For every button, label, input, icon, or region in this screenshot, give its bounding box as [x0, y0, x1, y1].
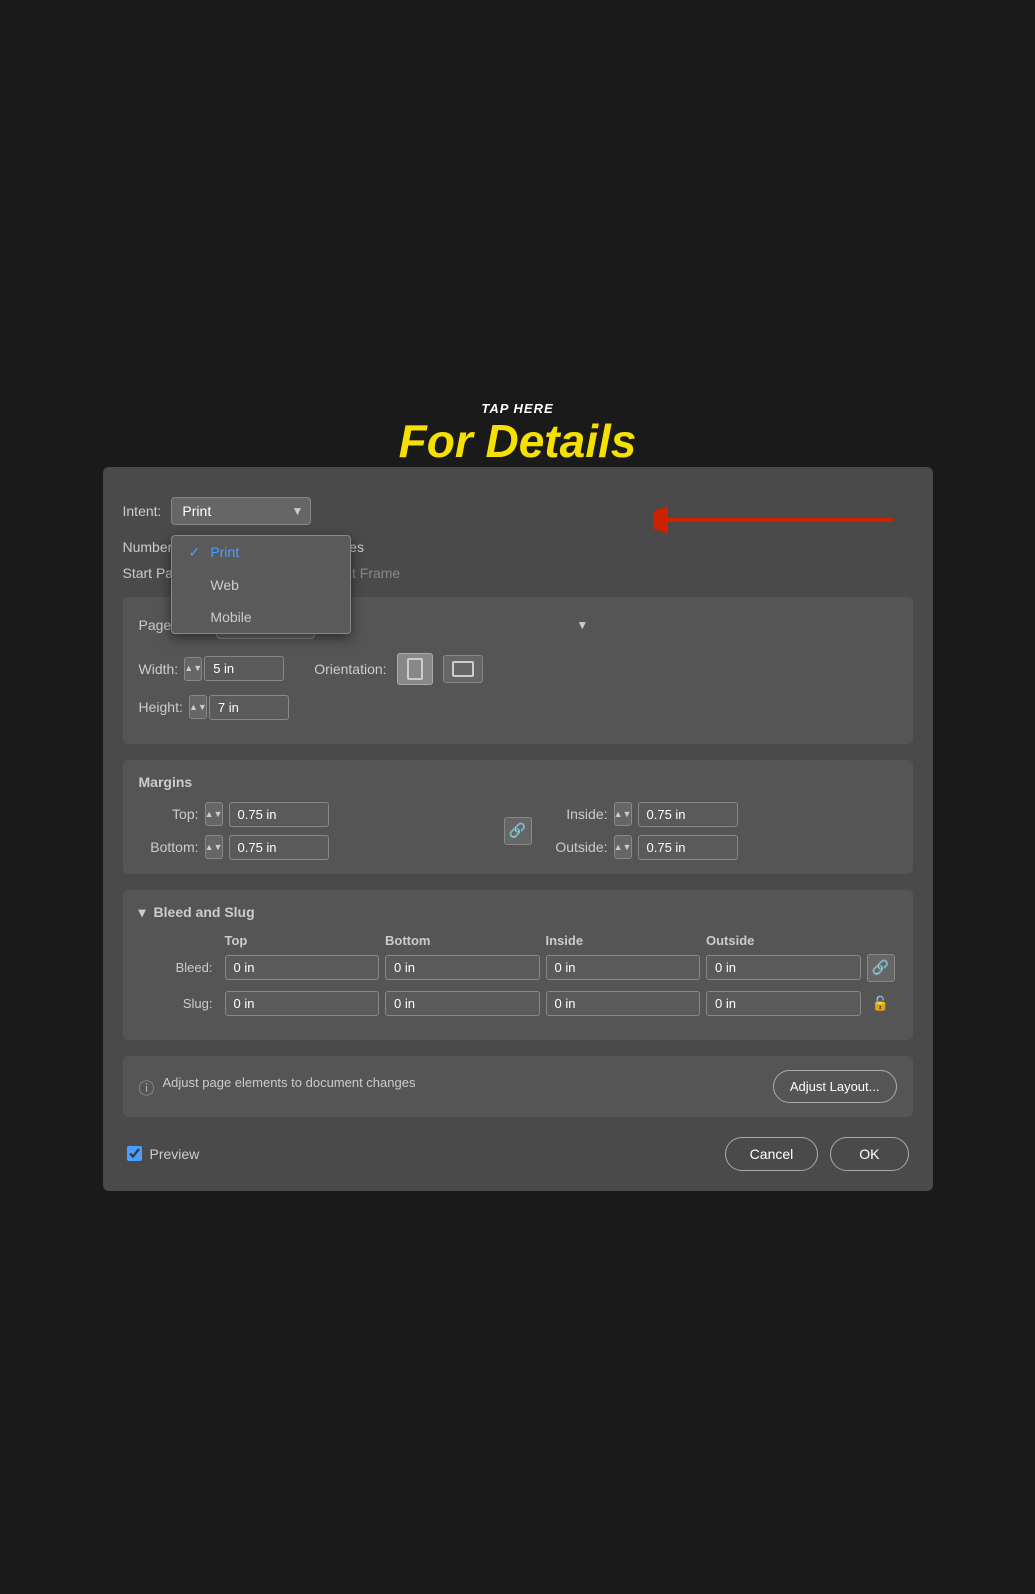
dropdown-item-mobile[interactable]: Mobile: [172, 601, 350, 633]
red-arrow-annotation: [653, 505, 893, 535]
empty-check: [188, 577, 202, 593]
orientation-label: Orientation:: [314, 661, 386, 677]
bottom-label: Bottom:: [139, 839, 199, 855]
preview-checkbox[interactable]: [127, 1146, 142, 1161]
intent-select-wrapper[interactable]: Print Web Mobile ▼ ✓ Print Web: [171, 497, 311, 525]
landscape-btn[interactable]: [443, 655, 483, 683]
bleed-col-bottom: Bottom: [385, 933, 540, 948]
width-stepper: ▲▼: [184, 656, 284, 681]
dropdown-item-web[interactable]: Web: [172, 569, 350, 601]
red-arrow-svg: [653, 505, 893, 535]
empty-check2: [188, 609, 202, 625]
check-icon: ✓: [188, 544, 202, 561]
collapse-icon: ▾: [139, 904, 146, 921]
outside-label: Outside:: [548, 839, 608, 855]
slug-bottom-input[interactable]: [385, 991, 540, 1016]
tap-here-text: TAP HERE: [83, 401, 953, 416]
height-label: Height:: [139, 699, 183, 715]
inside-stepper-btn[interactable]: ▲▼: [614, 802, 632, 826]
for-details-text: For Details: [83, 416, 953, 467]
bleed-row: Bleed: 🔗: [139, 954, 897, 982]
bleed-slug-header[interactable]: ▾ Bleed and Slug: [139, 904, 897, 921]
slug-row: Slug: 🔓: [139, 990, 897, 1018]
orientation-section: Orientation:: [314, 653, 482, 685]
slug-top-input[interactable]: [225, 991, 380, 1016]
height-field: Height: ▲▼: [139, 695, 289, 720]
margins-left: Top: ▲▼ Bottom: ▲▼: [139, 802, 488, 860]
top-margin-field: Top: ▲▼: [139, 802, 488, 827]
intent-label: Intent:: [123, 503, 162, 519]
height-row: Height: ▲▼: [139, 695, 897, 720]
landscape-icon: [452, 660, 474, 678]
intent-row: Intent: Print Web Mobile ▼ ✓ Print: [123, 487, 913, 525]
bleed-col-top: Top: [225, 933, 380, 948]
ok-button[interactable]: OK: [830, 1137, 908, 1171]
dimensions-row: Width: ▲▼ Orientation:: [139, 653, 897, 685]
tap-header[interactable]: TAP HERE For Details: [83, 393, 953, 467]
bleed-inside-input[interactable]: [546, 955, 701, 980]
cancel-button[interactable]: Cancel: [725, 1137, 819, 1171]
portrait-icon: [406, 658, 424, 680]
bleed-col-headers: Top Bottom Inside Outside: [139, 933, 897, 948]
bleed-link-icon[interactable]: 🔗: [867, 954, 895, 982]
bleed-bottom-input[interactable]: [385, 955, 540, 980]
adjust-layout-btn[interactable]: Adjust Layout...: [773, 1070, 897, 1103]
info-icon: ⓘ: [139, 1075, 155, 1099]
slug-outside-input[interactable]: [706, 991, 861, 1016]
inside-margin-field: Inside: ▲▼: [548, 802, 897, 827]
height-input[interactable]: [209, 695, 289, 720]
bleed-label: Bleed:: [139, 960, 219, 975]
margins-grid: Top: ▲▼ Bottom: ▲▼ 🔗: [139, 802, 897, 860]
bleed-outside-input[interactable]: [706, 955, 861, 980]
outside-margin-field: Outside: ▲▼: [548, 835, 897, 860]
dropdown-item-print[interactable]: ✓ Print: [172, 536, 350, 569]
bleed-slug-section: ▾ Bleed and Slug Top Bottom Inside Outsi…: [123, 890, 913, 1040]
inside-input[interactable]: [638, 802, 738, 827]
outside-input[interactable]: [638, 835, 738, 860]
bottom-input[interactable]: [229, 835, 329, 860]
outer-wrapper: TAP HERE For Details Intent: Print Web M…: [83, 383, 953, 1211]
info-text-wrapper: ⓘ Adjust page elements to document chang…: [139, 1074, 757, 1099]
bleed-top-input[interactable]: [225, 955, 380, 980]
bleed-col-outside: Outside: [706, 933, 861, 948]
intent-select[interactable]: Print Web Mobile: [171, 497, 311, 525]
width-input[interactable]: [204, 656, 284, 681]
width-field: Width: ▲▼: [139, 656, 285, 681]
intent-dropdown-menu: ✓ Print Web Mobile: [171, 535, 351, 634]
portrait-btn[interactable]: [397, 653, 433, 685]
bottom-stepper-btn[interactable]: ▲▼: [205, 835, 223, 859]
top-stepper-btn[interactable]: ▲▼: [205, 802, 223, 826]
preview-label: Preview: [150, 1146, 200, 1162]
height-stepper: ▲▼: [189, 695, 289, 720]
dialog-footer: Preview Cancel OK: [123, 1137, 913, 1171]
info-text: Adjust page elements to document changes: [163, 1074, 416, 1092]
bleed-col-inside: Inside: [546, 933, 701, 948]
slug-unlink-icon[interactable]: 🔓: [867, 990, 895, 1018]
margins-section: Margins Top: ▲▼ Bottom: ▲▼: [123, 760, 913, 874]
top-input[interactable]: [229, 802, 329, 827]
width-stepper-btn[interactable]: ▲▼: [184, 657, 202, 681]
preview-wrapper: Preview: [127, 1146, 200, 1162]
page-size-chevron-icon: ▼: [576, 618, 588, 632]
bottom-margin-field: Bottom: ▲▼: [139, 835, 488, 860]
width-label: Width:: [139, 661, 179, 677]
bottom-info: ⓘ Adjust page elements to document chang…: [123, 1056, 913, 1117]
dialog: Intent: Print Web Mobile ▼ ✓ Print: [103, 467, 933, 1191]
footer-buttons: Cancel OK: [725, 1137, 909, 1171]
height-stepper-btn[interactable]: ▲▼: [189, 695, 207, 719]
margins-right: Inside: ▲▼ Outside: ▲▼: [548, 802, 897, 860]
inside-label: Inside:: [548, 806, 608, 822]
top-label: Top:: [139, 806, 199, 822]
slug-label: Slug:: [139, 996, 219, 1011]
margins-header: Margins: [139, 774, 897, 790]
outside-stepper-btn[interactable]: ▲▼: [614, 835, 632, 859]
slug-inside-input[interactable]: [546, 991, 701, 1016]
margins-link-icon[interactable]: 🔗: [504, 817, 532, 845]
